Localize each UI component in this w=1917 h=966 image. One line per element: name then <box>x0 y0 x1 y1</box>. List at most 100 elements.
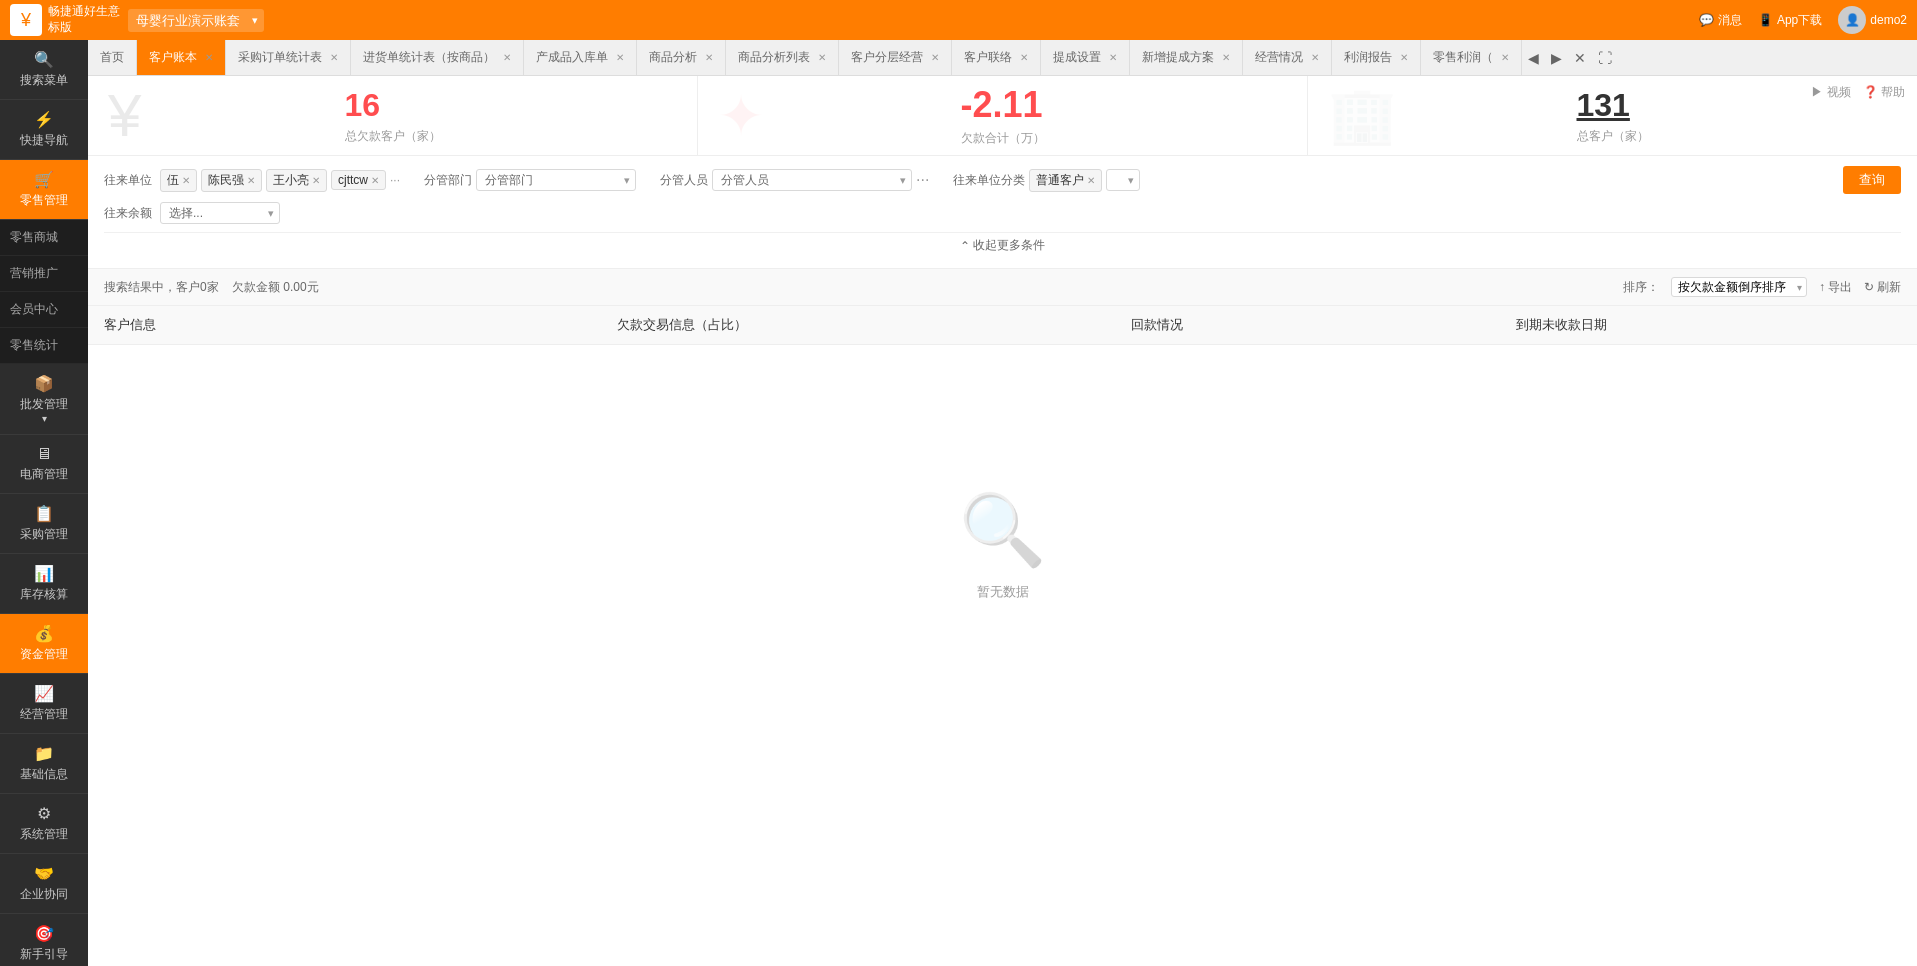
refresh-btn[interactable]: ↻ 刷新 <box>1864 279 1901 296</box>
more-tags-btn[interactable]: ··· <box>390 173 400 187</box>
tab-nav-close-all[interactable]: ✕ <box>1568 40 1592 76</box>
export-btn[interactable]: ↑ 导出 <box>1819 279 1852 296</box>
tab-product-analysis-list-close[interactable]: ✕ <box>818 52 826 63</box>
tab-purchase-order[interactable]: 采购订单统计表 ✕ <box>226 40 351 76</box>
collapse-btn[interactable]: ⌃ 收起更多条件 <box>960 237 1045 254</box>
sidebar-item-basic-info[interactable]: 📁 基础信息 <box>0 734 88 794</box>
basic-info-icon: 📁 <box>6 744 82 763</box>
results-bar-right: 排序： 按欠款金额倒序排序 ↑ 导出 ↻ 刷新 <box>1623 277 1901 297</box>
app-icon: 📱 <box>1758 13 1773 27</box>
sidebar-sub-retail-mall[interactable]: 零售商城 <box>0 220 88 256</box>
message-btn[interactable]: 💬 消息 <box>1699 12 1742 29</box>
help-btn[interactable]: ❓ 帮助 <box>1863 84 1905 101</box>
tab-customer-balance-close[interactable]: ✕ <box>205 52 213 63</box>
person-more-btn[interactable]: ··· <box>916 171 929 189</box>
filter-tag-2: 陈民强 ✕ <box>201 169 262 192</box>
new-user-guide-icon: 🎯 <box>6 924 82 943</box>
stat-customers-label: 总欠款客户（家） <box>345 128 441 145</box>
dept-select-wrap[interactable]: 分管部门 <box>476 169 636 191</box>
sidebar-sub-retail-stats[interactable]: 零售统计 <box>0 328 88 364</box>
person-label: 分管人员 <box>660 172 708 189</box>
sidebar-item-label: 库存核算 <box>6 586 82 603</box>
filter-tag-3-close[interactable]: ✕ <box>312 175 320 186</box>
tab-new-promotion-plan-close[interactable]: ✕ <box>1222 52 1230 63</box>
empty-icon: 🔍 <box>959 489 1046 571</box>
sidebar-sub-marketing[interactable]: 营销推广 <box>0 256 88 292</box>
tab-inbound-stats-close[interactable]: ✕ <box>503 52 511 63</box>
balance-select-wrap[interactable]: 选择... <box>160 202 280 224</box>
tab-profit-report-close[interactable]: ✕ <box>1400 52 1408 63</box>
sidebar-item-ecommerce-mgmt[interactable]: 🖥 电商管理 <box>0 435 88 494</box>
tab-promotion-settings-close[interactable]: ✕ <box>1109 52 1117 63</box>
tab-product-analysis-close[interactable]: ✕ <box>705 52 713 63</box>
sidebar-item-quick-nav[interactable]: ⚡ 快捷导航 <box>0 100 88 160</box>
query-button[interactable]: 查询 <box>1843 166 1901 194</box>
refresh-icon: ↻ <box>1864 280 1874 294</box>
sidebar-item-inventory-check[interactable]: 📊 库存核算 <box>0 554 88 614</box>
col-repayment: 回款情况 <box>1131 316 1516 334</box>
page-content: ¥ 16 总欠款客户（家） ✦ -2.11 欠款合计（万） <box>88 76 1917 966</box>
tab-nav-prev[interactable]: ◀ <box>1522 40 1545 76</box>
tab-production-inbound-close[interactable]: ✕ <box>616 52 624 63</box>
filter-tag-class-1-close[interactable]: ✕ <box>1087 175 1095 186</box>
unit-class-select-wrap[interactable] <box>1106 169 1140 191</box>
org-selector[interactable]: 母婴行业演示账套 <box>128 9 264 32</box>
sidebar-item-system-mgmt[interactable]: ⚙ 系统管理 <box>0 794 88 854</box>
sidebar-item-search-menu[interactable]: 🔍 搜索菜单 <box>0 40 88 100</box>
tab-business-situation[interactable]: 经营情况 ✕ <box>1243 40 1332 76</box>
person-select[interactable]: 分管人员 <box>712 169 912 191</box>
tab-purchase-order-label: 采购订单统计表 <box>238 49 322 66</box>
tab-retail-profit-close[interactable]: ✕ <box>1501 52 1509 63</box>
stat-bg-icon-debt: ✦ <box>718 84 764 148</box>
search-menu-icon: 🔍 <box>6 50 82 69</box>
sidebar-sub-member-center[interactable]: 会员中心 <box>0 292 88 328</box>
user-menu[interactable]: 👤 demo2 <box>1838 6 1907 34</box>
collapse-icon: ⌃ <box>960 239 970 253</box>
filter-tag-2-close[interactable]: ✕ <box>247 175 255 186</box>
stat-top-right-actions: ▶ 视频 ❓ 帮助 <box>1811 84 1905 101</box>
tab-business-situation-close[interactable]: ✕ <box>1311 52 1319 63</box>
balance-select[interactable]: 选择... <box>160 202 280 224</box>
logo-icon: ¥ <box>10 4 42 36</box>
tab-home[interactable]: 首页 <box>88 40 137 76</box>
filter-tag-1: 伍 ✕ <box>160 169 197 192</box>
tab-customer-segment-close[interactable]: ✕ <box>931 52 939 63</box>
sidebar-item-wholesale-mgmt[interactable]: 📦 批发管理 ▾ <box>0 364 88 435</box>
tab-customer-contact-close[interactable]: ✕ <box>1020 52 1028 63</box>
filter-tag-4-close[interactable]: ✕ <box>371 175 379 186</box>
tab-retail-profit[interactable]: 零售利润（ ✕ <box>1421 40 1522 76</box>
dept-select[interactable]: 分管部门 <box>476 169 636 191</box>
stat-debt-text: -2.11 欠款合计（万） <box>961 84 1045 147</box>
sidebar-item-label: 快捷导航 <box>6 132 82 149</box>
tab-inbound-stats[interactable]: 进货单统计表（按商品） ✕ <box>351 40 524 76</box>
tab-new-promotion-plan[interactable]: 新增提成方案 ✕ <box>1130 40 1243 76</box>
sidebar-item-new-user-guide[interactable]: 🎯 新手引导 <box>0 914 88 966</box>
tab-promotion-settings[interactable]: 提成设置 ✕ <box>1041 40 1130 76</box>
tab-profit-report[interactable]: 利润报告 ✕ <box>1332 40 1421 76</box>
video-btn[interactable]: ▶ 视频 <box>1811 84 1850 101</box>
tab-customer-segment[interactable]: 客户分层经营 ✕ <box>839 40 952 76</box>
tab-purchase-order-close[interactable]: ✕ <box>330 52 338 63</box>
sidebar-item-capital-mgmt[interactable]: 💰 资金管理 <box>0 614 88 674</box>
sidebar-item-enterprise-collab[interactable]: 🤝 企业协同 <box>0 854 88 914</box>
tab-production-inbound[interactable]: 产成品入库单 ✕ <box>524 40 637 76</box>
stats-bar: ¥ 16 总欠款客户（家） ✦ -2.11 欠款合计（万） <box>88 76 1917 156</box>
enterprise-collab-icon: 🤝 <box>6 864 82 883</box>
person-select-wrap[interactable]: 分管人员 <box>712 169 912 191</box>
tab-nav-next[interactable]: ▶ <box>1545 40 1568 76</box>
tab-product-analysis[interactable]: 商品分析 ✕ <box>637 40 726 76</box>
tab-customer-contact[interactable]: 客户联络 ✕ <box>952 40 1041 76</box>
sidebar-item-retail-mgmt[interactable]: 🛒 零售管理 <box>0 160 88 220</box>
tab-customer-balance[interactable]: 客户账本 ✕ <box>137 40 226 76</box>
unit-class-select[interactable] <box>1106 169 1140 191</box>
app-download-btn[interactable]: 📱 App下载 <box>1758 12 1822 29</box>
tab-nav-expand[interactable]: ⛶ <box>1592 40 1618 76</box>
sidebar-item-business-mgmt[interactable]: 📈 经营管理 <box>0 674 88 734</box>
org-selector-wrap[interactable]: 母婴行业演示账套 <box>128 9 264 32</box>
sort-select-wrap[interactable]: 按欠款金额倒序排序 <box>1671 277 1807 297</box>
sidebar-item-label: 资金管理 <box>6 646 82 663</box>
tab-product-analysis-list[interactable]: 商品分析列表 ✕ <box>726 40 839 76</box>
sidebar-item-purchase-mgmt[interactable]: 📋 采购管理 <box>0 494 88 554</box>
filter-tag-1-close[interactable]: ✕ <box>182 175 190 186</box>
sort-select[interactable]: 按欠款金额倒序排序 <box>1671 277 1807 297</box>
